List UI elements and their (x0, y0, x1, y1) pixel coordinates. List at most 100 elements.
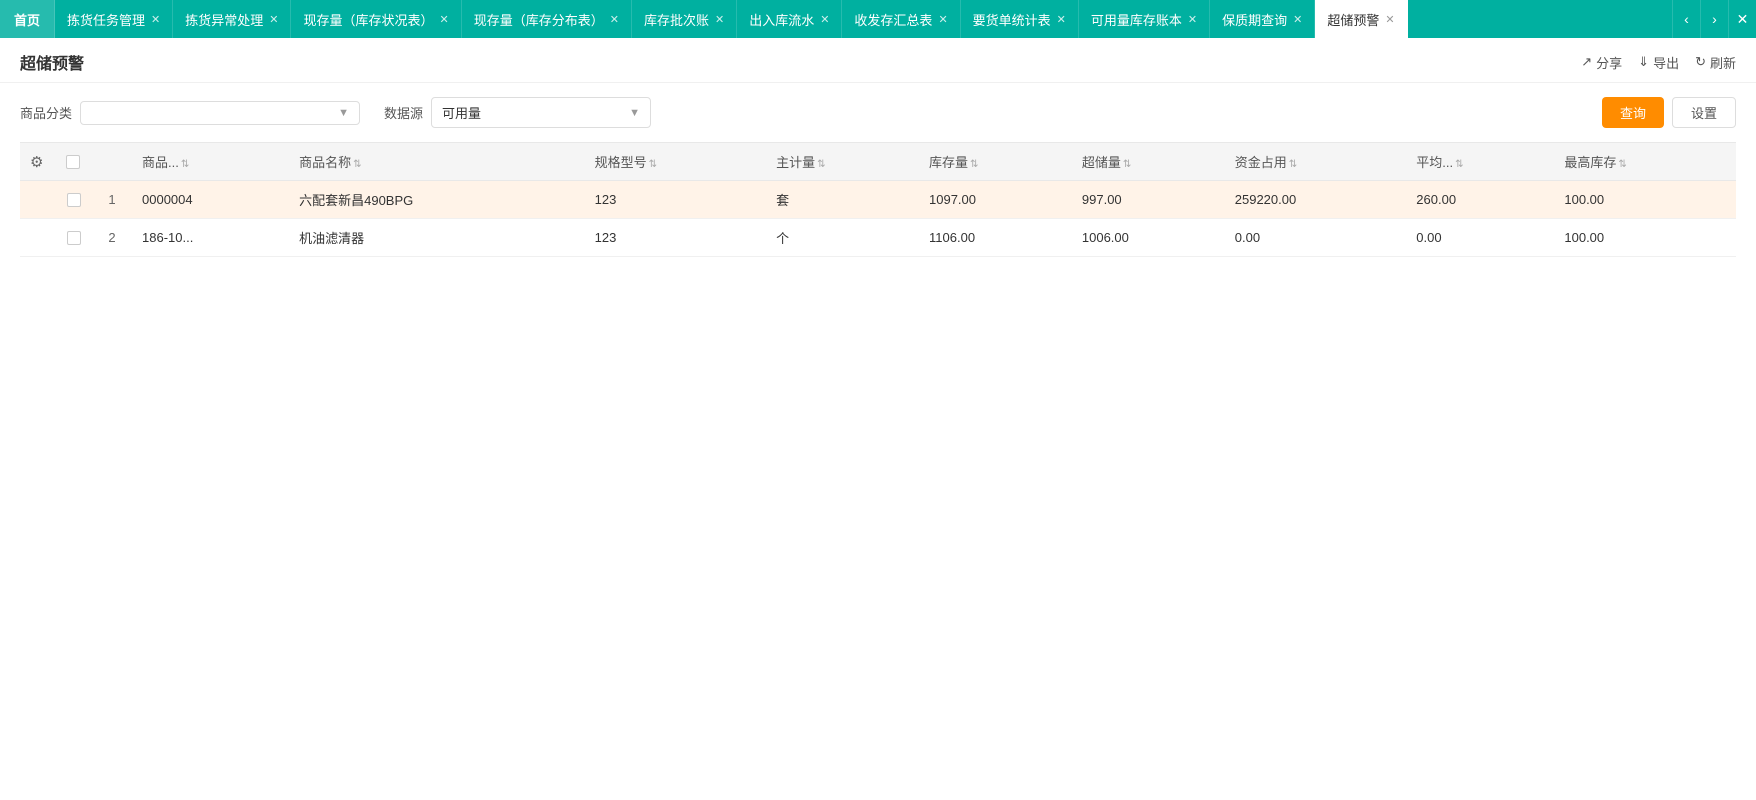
row-max-1: 100.00 (1554, 219, 1736, 257)
row-checkbox-0[interactable] (67, 193, 81, 207)
nav-tab-close-9[interactable]: ✕ (1293, 13, 1302, 26)
nav-tab-9[interactable]: 保质期查询 ✕ (1210, 0, 1315, 38)
col-header-check[interactable] (56, 143, 92, 181)
share-icon: ↗ (1581, 54, 1592, 70)
datasource-select[interactable]: 可用量 ▼ (431, 97, 651, 128)
settings-icon[interactable]: ⚙ (30, 154, 43, 171)
row-settings-0 (20, 181, 56, 219)
refresh-icon: ↻ (1695, 54, 1706, 70)
row-code-0: 0000004 (132, 181, 289, 219)
row-avg-0: 260.00 (1406, 181, 1554, 219)
select-all-checkbox[interactable] (66, 155, 80, 169)
nav-tab-1[interactable]: 拣货异常处理 ✕ (173, 0, 291, 38)
nav-tab-close-7[interactable]: ✕ (1057, 13, 1066, 26)
nav-prev-button[interactable]: ‹ (1672, 0, 1700, 38)
row-max-0: 100.00 (1554, 181, 1736, 219)
col-header-capital[interactable]: 资金占用⇅ (1225, 143, 1407, 181)
col-header-stock[interactable]: 库存量⇅ (919, 143, 1072, 181)
page-title: 超储预警 (20, 50, 84, 74)
datasource-select-arrow-icon: ▼ (629, 107, 640, 119)
row-settings-1 (20, 219, 56, 257)
col-header-max[interactable]: 最高库存⇅ (1554, 143, 1736, 181)
table-row: 2186-10...机油滤清器123个1106.001006.000.000.0… (20, 219, 1736, 257)
nav-tab-label-3: 现存量（库存分布表） (474, 10, 604, 29)
row-unit-0: 套 (766, 181, 919, 219)
col-header-spec[interactable]: 规格型号⇅ (585, 143, 767, 181)
datasource-filter-group: 数据源 可用量 ▼ (384, 97, 651, 128)
nav-next-button[interactable]: › (1700, 0, 1728, 38)
nav-tab-close-2[interactable]: ✕ (440, 13, 449, 26)
nav-tab-close-3[interactable]: ✕ (610, 13, 619, 26)
nav-tab-0[interactable]: 拣货任务管理 ✕ (55, 0, 173, 38)
nav-bar: 首页 拣货任务管理✕拣货异常处理✕现存量（库存状况表）✕现存量（库存分布表）✕库… (0, 0, 1756, 38)
share-button[interactable]: ↗ 分享 (1581, 53, 1622, 72)
col-header-overstock[interactable]: 超储量⇅ (1072, 143, 1225, 181)
settings-button[interactable]: 设置 (1672, 97, 1736, 128)
nav-home[interactable]: 首页 (0, 0, 55, 38)
nav-tab-close-8[interactable]: ✕ (1188, 13, 1197, 26)
nav-tab-5[interactable]: 出入库流水 ✕ (737, 0, 842, 38)
filter-actions: 查询 设置 (1602, 97, 1736, 128)
row-stock-0: 1097.00 (919, 181, 1072, 219)
nav-tab-6[interactable]: 收发存汇总表 ✕ (842, 0, 960, 38)
nav-tab-label-1: 拣货异常处理 (185, 10, 263, 29)
nav-tab-2[interactable]: 现存量（库存状况表）✕ (291, 0, 461, 38)
nav-tab-10[interactable]: 超储预警✕ (1315, 0, 1407, 38)
nav-close-button[interactable]: ✕ (1728, 0, 1756, 38)
nav-tab-close-6[interactable]: ✕ (938, 13, 947, 26)
nav-tab-label-7: 要货单统计表 (973, 10, 1051, 29)
export-button[interactable]: ⇓ 导出 (1638, 53, 1679, 72)
nav-tab-label-5: 出入库流水 (749, 10, 814, 29)
row-index-1: 2 (92, 219, 132, 257)
row-name-0: 六配套新昌490BPG (289, 181, 585, 219)
row-stock-1: 1106.00 (919, 219, 1072, 257)
nav-tab-4[interactable]: 库存批次账 ✕ (632, 0, 737, 38)
export-icon: ⇓ (1638, 54, 1649, 70)
row-spec-1: 123 (585, 219, 767, 257)
nav-tab-7[interactable]: 要货单统计表 ✕ (961, 0, 1079, 38)
col-header-name[interactable]: 商品名称⇅ (289, 143, 585, 181)
datasource-label: 数据源 (384, 103, 423, 122)
category-select-arrow-icon: ▼ (338, 107, 349, 119)
row-index-0: 1 (92, 181, 132, 219)
nav-tab-close-1[interactable]: ✕ (269, 13, 278, 26)
row-name-1: 机油滤清器 (289, 219, 585, 257)
query-button[interactable]: 查询 (1602, 97, 1664, 128)
row-avg-1: 0.00 (1406, 219, 1554, 257)
refresh-button[interactable]: ↻ 刷新 (1695, 53, 1736, 72)
nav-tab-label-9: 保质期查询 (1222, 10, 1287, 29)
row-check-1[interactable] (56, 219, 92, 257)
category-filter-group: 商品分类 ▼ (20, 101, 360, 125)
col-header-avg[interactable]: 平均...⇅ (1406, 143, 1554, 181)
col-header-index (92, 143, 132, 181)
table-header: ⚙ 商品...⇅商品名称⇅规格型号⇅主计量⇅库存量⇅超储量⇅资金占用⇅平均...⇅… (20, 143, 1736, 181)
nav-tab-8[interactable]: 可用量库存账本 ✕ (1079, 0, 1210, 38)
nav-tab-3[interactable]: 现存量（库存分布表） ✕ (462, 0, 632, 38)
row-capital-1: 0.00 (1225, 219, 1407, 257)
table-row: 10000004六配套新昌490BPG123套1097.00997.002592… (20, 181, 1736, 219)
filter-bar: 商品分类 ▼ 数据源 可用量 ▼ 查询 设置 (0, 83, 1756, 142)
nav-tab-close-10[interactable]: ✕ (1385, 13, 1394, 26)
table-body: 10000004六配套新昌490BPG123套1097.00997.002592… (20, 181, 1736, 257)
nav-tab-close-5[interactable]: ✕ (820, 13, 829, 26)
nav-tab-close-0[interactable]: ✕ (151, 13, 160, 26)
row-spec-0: 123 (585, 181, 767, 219)
nav-tab-label-0: 拣货任务管理 (67, 10, 145, 29)
header-actions: ↗ 分享 ⇓ 导出 ↻ 刷新 (1581, 53, 1736, 72)
row-checkbox-1[interactable] (67, 231, 81, 245)
col-header-settings[interactable]: ⚙ (20, 143, 56, 181)
col-header-code[interactable]: 商品...⇅ (132, 143, 289, 181)
col-header-unit[interactable]: 主计量⇅ (766, 143, 919, 181)
nav-tab-label-4: 库存批次账 (644, 10, 709, 29)
nav-tab-label-8: 可用量库存账本 (1091, 10, 1182, 29)
page-header: 超储预警 ↗ 分享 ⇓ 导出 ↻ 刷新 (0, 38, 1756, 83)
category-select[interactable]: ▼ (80, 101, 360, 125)
row-overstock-1: 1006.00 (1072, 219, 1225, 257)
category-label: 商品分类 (20, 103, 72, 122)
nav-tab-close-4[interactable]: ✕ (715, 13, 724, 26)
nav-tab-label-6: 收发存汇总表 (854, 10, 932, 29)
data-table: ⚙ 商品...⇅商品名称⇅规格型号⇅主计量⇅库存量⇅超储量⇅资金占用⇅平均...⇅… (20, 142, 1736, 257)
datasource-select-value: 可用量 (442, 103, 481, 122)
table-container: ⚙ 商品...⇅商品名称⇅规格型号⇅主计量⇅库存量⇅超储量⇅资金占用⇅平均...⇅… (0, 142, 1756, 257)
row-check-0[interactable] (56, 181, 92, 219)
